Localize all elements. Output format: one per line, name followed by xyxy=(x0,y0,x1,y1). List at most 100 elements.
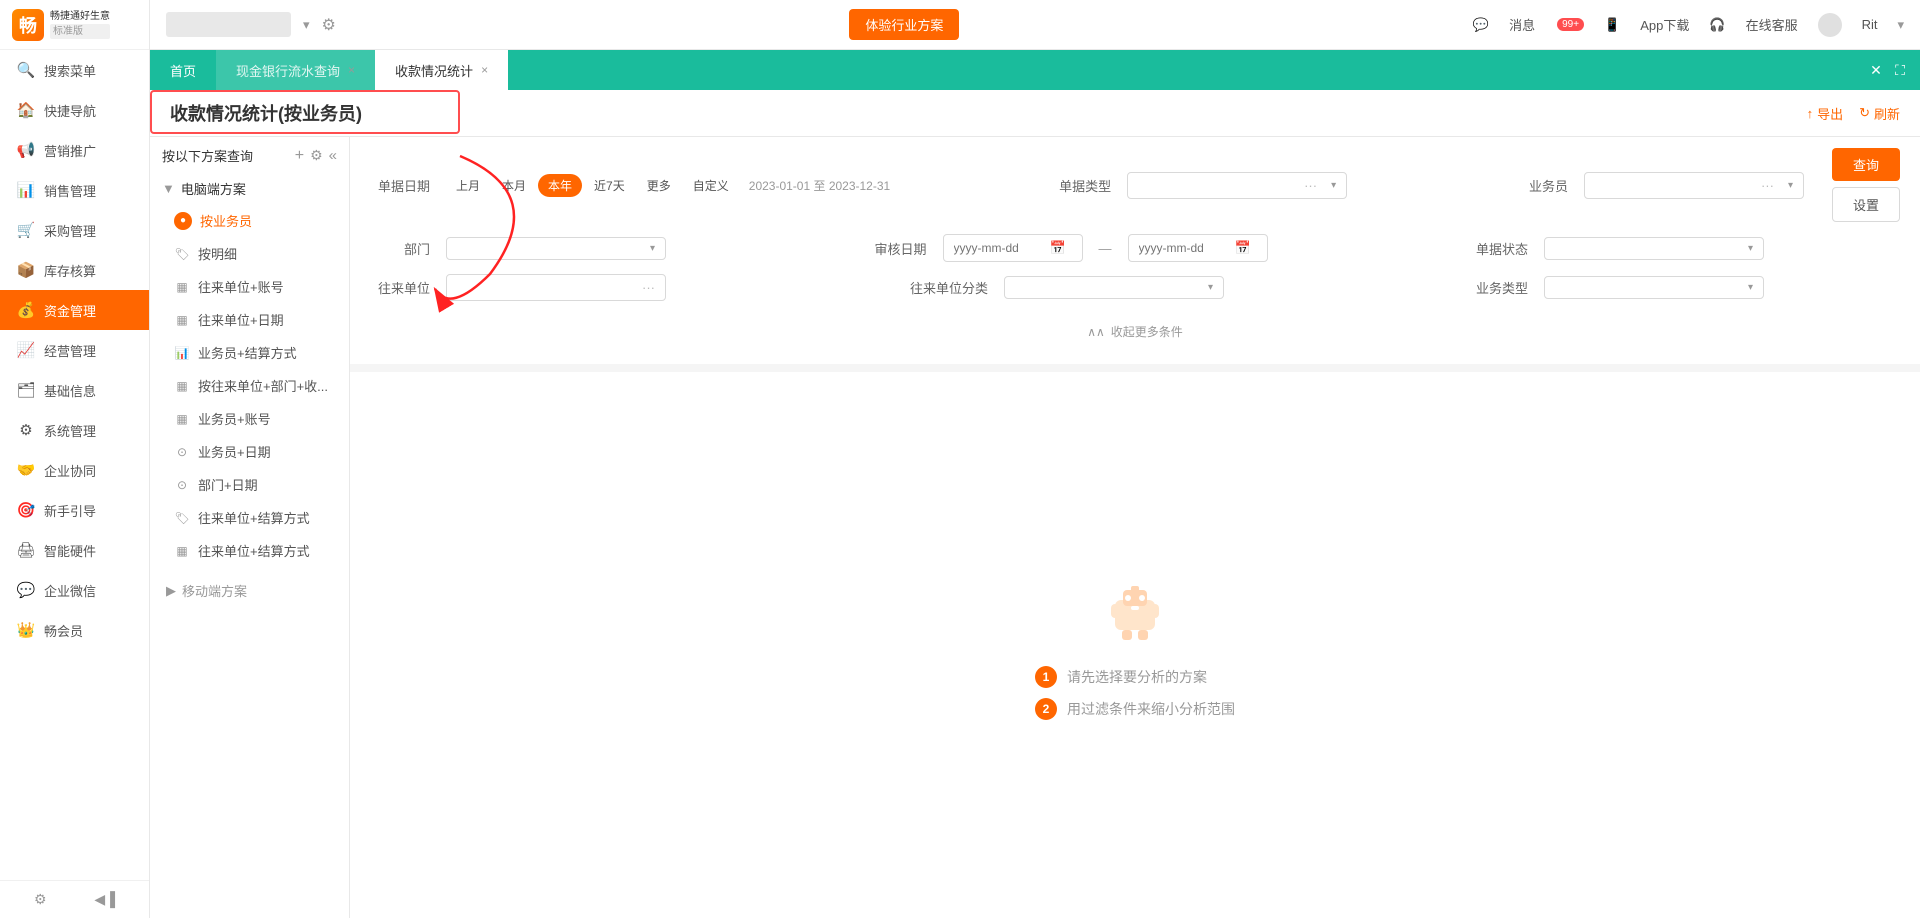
folder-icon: 🗂 xyxy=(16,380,36,400)
group-expand-icon: ▼ xyxy=(162,181,175,196)
salesperson-chevron: ▾ xyxy=(1788,180,1793,191)
solution-item-unit-settlement2[interactable]: ▦ 往来单位+结算方式 xyxy=(150,534,349,567)
solution-item-salesperson-settlement[interactable]: 📊 业务员+结算方式 xyxy=(150,336,349,369)
collapse-label: 收起更多条件 xyxy=(1111,323,1183,340)
date-tab-this-year[interactable]: 本年 xyxy=(538,174,582,197)
logo-text: 畅捷通好生意 标准版 xyxy=(50,10,110,39)
user-name[interactable]: Rit xyxy=(1862,17,1878,32)
solution-item-unit-dept-collection[interactable]: ▦ 按往来单位+部门+收... xyxy=(150,369,349,402)
solution-item-salesperson-date[interactable]: ⊙ 业务员+日期 xyxy=(150,435,349,468)
bill-status-chevron: ▾ xyxy=(1748,243,1753,254)
tab-collection-stats[interactable]: 收款情况统计 × xyxy=(375,50,508,90)
sidebar-item-label: 基础信息 xyxy=(44,381,96,400)
sidebar-item-quick-nav[interactable]: 🏠 快捷导航 xyxy=(0,90,149,130)
review-date-start-field[interactable] xyxy=(954,241,1044,255)
dept-select[interactable]: ▾ xyxy=(446,237,666,260)
business-type-select[interactable]: ▾ xyxy=(1544,276,1764,299)
export-button[interactable]: ↑ 导出 xyxy=(1807,104,1844,123)
crown-icon: 👑 xyxy=(16,620,36,640)
review-date-end-input[interactable]: 📅 xyxy=(1128,234,1268,262)
topbar-gear-icon[interactable]: ⚙ xyxy=(322,15,336,35)
sidebar-item-guide[interactable]: 🎯 新手引导 xyxy=(0,490,149,530)
footer-settings-btn[interactable]: ⚙ xyxy=(34,891,47,908)
review-date-start-input[interactable]: 📅 xyxy=(943,234,1083,262)
filter-row-2: 部门 ▾ 审核日期 📅 — xyxy=(370,234,1900,262)
sidebar-item-label: 企业微信 xyxy=(44,581,96,600)
solution-item-unit-account[interactable]: ▦ 往来单位+账号 xyxy=(150,270,349,303)
sidebar-item-search[interactable]: 🔍 搜索菜单 xyxy=(0,50,149,90)
app-download-label[interactable]: App下载 xyxy=(1640,15,1689,34)
desktop-group-header[interactable]: ▼ 电脑端方案 xyxy=(150,173,349,204)
tab-home[interactable]: 首页 xyxy=(150,50,216,90)
refresh-button[interactable]: ↻ 刷新 xyxy=(1859,104,1900,123)
sidebar-item-system[interactable]: ⚙ 系统管理 xyxy=(0,410,149,450)
sidebar-item-basic[interactable]: 🗂 基础信息 xyxy=(0,370,149,410)
sidebar-item-operation[interactable]: 📈 经营管理 xyxy=(0,330,149,370)
sidebar-item-purchase[interactable]: 🛒 采购管理 xyxy=(0,210,149,250)
app-download-icon: 📱 xyxy=(1604,17,1620,33)
solution-item-dept-date[interactable]: ⊙ 部门+日期 xyxy=(150,468,349,501)
date-tab-last7days[interactable]: 近7天 xyxy=(584,174,635,197)
panel-add-btn[interactable]: + xyxy=(295,147,304,165)
unit-select[interactable]: ··· xyxy=(446,274,666,301)
solution-item-label: 按明细 xyxy=(198,244,237,263)
salesperson-more-icon[interactable]: ··· xyxy=(1761,178,1774,193)
solution-item-label: 往来单位+结算方式 xyxy=(198,508,310,527)
unit-category-select[interactable]: ▾ xyxy=(1004,276,1224,299)
date-range-display: 2023-01-01 至 2023-12-31 xyxy=(749,177,890,194)
window-maximize-btn[interactable]: ⛶ xyxy=(1892,62,1908,78)
tab-collection-stats-close[interactable]: × xyxy=(481,63,488,77)
date-tab-prev-month[interactable]: 上月 xyxy=(446,174,490,197)
panel-collapse-btn[interactable]: « xyxy=(329,147,337,164)
clock-icon: ⊙ xyxy=(174,477,190,493)
sidebar-item-marketing[interactable]: 📢 营销推广 xyxy=(0,130,149,170)
tab-bank-flow[interactable]: 现金银行流水查询 × xyxy=(216,50,375,90)
date-tab-custom[interactable]: 自定义 xyxy=(683,174,739,197)
footer-collapse-btn[interactable]: ◀▐ xyxy=(94,891,115,908)
sidebar-item-hardware[interactable]: 🖨 智能硬件 xyxy=(0,530,149,570)
solution-item-label: 往来单位+账号 xyxy=(198,277,284,296)
date-tab-this-month[interactable]: 本月 xyxy=(492,174,536,197)
sidebar-item-enterprise[interactable]: 🤝 企业协同 xyxy=(0,450,149,490)
logo-name: 畅捷通好生意 xyxy=(50,10,110,24)
sidebar-item-wechat[interactable]: 💬 企业微信 xyxy=(0,570,149,610)
sidebar-item-finance[interactable]: 💰 资金管理 xyxy=(0,290,149,330)
wechat-icon: 💬 xyxy=(16,580,36,600)
online-service-label[interactable]: 在线客服 xyxy=(1746,15,1798,34)
step-1-number: 1 xyxy=(1035,666,1057,688)
bill-type-more-icon[interactable]: ··· xyxy=(1304,178,1317,193)
calendar-end-icon: 📅 xyxy=(1235,240,1251,256)
panel-settings-btn[interactable]: ⚙ xyxy=(310,147,323,164)
query-button[interactable]: 查询 xyxy=(1832,148,1900,181)
solution-item-by-detail[interactable]: 🏷 按明细 xyxy=(150,237,349,270)
date-tab-more[interactable]: 更多 xyxy=(637,174,681,197)
messages-icon: 💬 xyxy=(1473,17,1489,33)
unit-more-btn[interactable]: ··· xyxy=(642,280,655,295)
bill-status-select[interactable]: ▾ xyxy=(1544,237,1764,260)
salesperson-select[interactable]: ··· ▾ xyxy=(1584,172,1804,199)
review-date-end-field[interactable] xyxy=(1139,241,1229,255)
active-item-icon: ● xyxy=(174,212,192,230)
settings-button[interactable]: 设置 xyxy=(1832,187,1900,222)
refresh-label: 刷新 xyxy=(1874,104,1900,123)
sidebar-item-member[interactable]: 👑 畅会员 xyxy=(0,610,149,650)
window-close-btn[interactable]: ✕ xyxy=(1868,62,1884,78)
solution-item-by-salesperson[interactable]: ● 按业务员 xyxy=(150,204,349,237)
collapse-bar[interactable]: ∧∧ 收起更多条件 xyxy=(370,313,1900,350)
trial-button[interactable]: 体验行业方案 xyxy=(849,9,959,40)
mobile-group-header[interactable]: ▶ 移动端方案 xyxy=(150,575,349,606)
filter-row-3: 往来单位 ··· 往来单位分类 ▾ xyxy=(370,274,1900,301)
bill-type-select[interactable]: ··· ▾ xyxy=(1127,172,1347,199)
bill-status-label: 单据状态 xyxy=(1468,239,1528,258)
solution-item-salesperson-account[interactable]: ▦ 业务员+账号 xyxy=(150,402,349,435)
panel-title: 按以下方案查询 xyxy=(162,146,253,165)
topbar-dropdown-icon[interactable]: ▾ xyxy=(303,17,310,33)
sidebar-item-inventory[interactable]: 📦 库存核算 xyxy=(0,250,149,290)
sidebar-item-sales[interactable]: 📊 销售管理 xyxy=(0,170,149,210)
tab-bank-flow-close[interactable]: × xyxy=(348,63,355,77)
solution-item-unit-date[interactable]: ▦ 往来单位+日期 xyxy=(150,303,349,336)
sidebar: 畅 畅捷通好生意 标准版 🔍 搜索菜单 🏠 快捷导航 📢 营销推广 📊 销售管理… xyxy=(0,0,150,918)
solution-item-unit-settlement1[interactable]: 🏷 往来单位+结算方式 xyxy=(150,501,349,534)
user-dropdown-icon[interactable]: ▾ xyxy=(1897,17,1904,33)
grid2-icon: ▦ xyxy=(174,312,190,328)
